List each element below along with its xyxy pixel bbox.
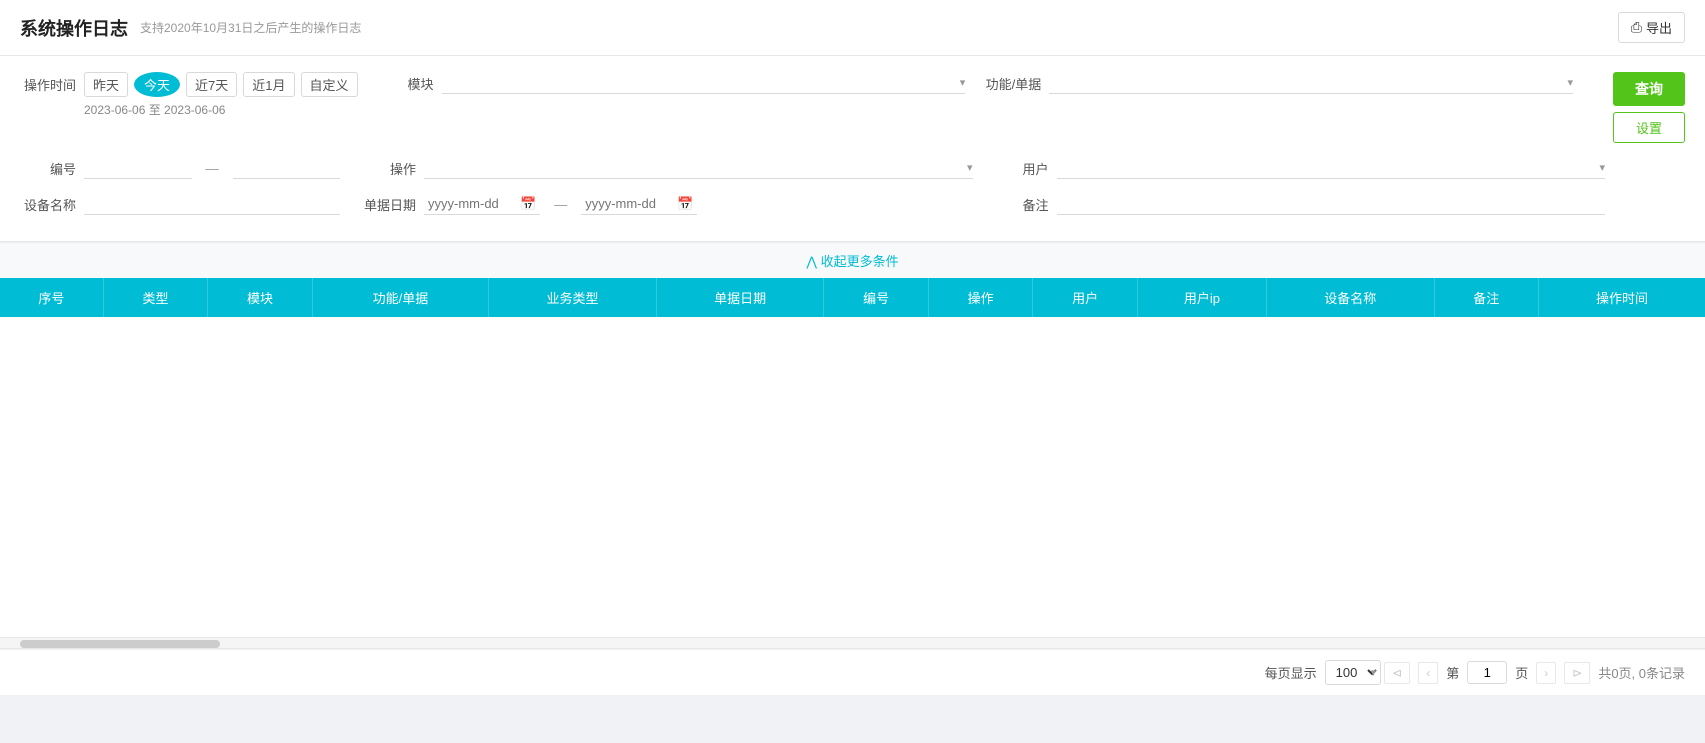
user-select-wrapper[interactable]: ▾ [1057,157,1606,179]
table-header-row: 序号 类型 模块 功能/单据 业务类型 单据日期 编号 操作 用户 用户ip 设… [0,278,1705,317]
page-number-input[interactable]: 1 [1467,661,1507,684]
user-filter: 用户 ▾ [993,157,1686,179]
number-label: 编号 [20,159,76,178]
col-voucher-date: 单据日期 [656,278,824,317]
user-chevron-icon: ▾ [1599,161,1605,174]
total-info: 共0页, 0条记录 [1598,663,1685,682]
data-table: 序号 类型 模块 功能/单据 业务类型 单据日期 编号 操作 用户 用户ip 设… [0,278,1705,317]
operation-time-label: 操作时间 [20,75,76,94]
col-operation: 操作 [928,278,1032,317]
first-page-button[interactable]: ⊲ [1384,662,1410,684]
last1month-btn[interactable]: 近1月 [243,72,294,97]
operation-chevron-icon: ▾ [967,161,973,174]
page-subtitle: 支持2020年10月31日之后产生的操作日志 [140,19,361,36]
collapse-icon: ⋀ [806,254,817,269]
col-operation-time: 操作时间 [1539,278,1705,317]
operation-time-filter: 操作时间 昨天 今天 近7天 近1月 自定义 2023-06-06 至 2023… [20,72,358,118]
operation-filter: 操作 ▾ [360,157,973,179]
next-page-button[interactable]: › [1536,662,1556,684]
col-type: 类型 [103,278,207,317]
number-input-start[interactable] [84,157,192,179]
user-select[interactable] [1057,157,1596,178]
operation-select-wrapper[interactable]: ▾ [424,157,973,179]
col-number-col: 编号 [824,278,928,317]
date-start-input[interactable] [428,196,518,211]
page-title: 系统操作日志 [20,15,128,41]
prev-page-button[interactable]: ‹ [1418,662,1438,684]
page-size-select[interactable]: 100 50 200 [1325,660,1381,685]
col-module: 模块 [208,278,312,317]
custom-btn[interactable]: 自定义 [301,72,358,97]
col-business-type: 业务类型 [489,278,657,317]
col-function: 功能/单据 [312,278,488,317]
device-name-filter: 设备名称 [20,193,340,215]
table-container: 序号 类型 模块 功能/单据 业务类型 单据日期 编号 操作 用户 用户ip 设… [0,278,1705,637]
today-btn[interactable]: 今天 [134,72,180,97]
scrollbar-area[interactable] [0,637,1705,649]
function-label: 功能/单据 [985,74,1041,93]
remark-label: 备注 [993,195,1049,214]
module-select-wrapper[interactable]: ▾ [442,72,966,94]
time-buttons: 昨天 今天 近7天 近1月 自定义 [84,72,358,97]
page-label: 第 [1446,663,1459,682]
page-unit: 页 [1515,663,1528,682]
yesterday-btn[interactable]: 昨天 [84,72,128,97]
remark-input[interactable] [1057,193,1606,215]
voucher-date-filter: 单据日期 📅 — 📅 [360,194,973,215]
number-input-end[interactable] [233,157,341,179]
device-name-label: 设备名称 [20,195,76,214]
date-end-input[interactable] [585,196,675,211]
device-name-input[interactable] [84,193,340,215]
collapse-bar[interactable]: ⋀ 收起更多条件 [0,242,1705,278]
user-label: 用户 [993,159,1049,178]
date-start-wrapper[interactable]: 📅 [424,194,540,215]
empty-area [0,317,1705,637]
per-page-label: 每页显示 [1265,663,1317,682]
export-label: 导出 [1646,18,1672,37]
module-select[interactable] [442,72,956,93]
col-device-name: 设备名称 [1266,278,1434,317]
scrollbar-inner [0,638,1705,648]
collapse-label: 收起更多条件 [821,254,899,269]
remark-filter: 备注 [993,193,1686,215]
number-dash: — [206,161,219,176]
last7days-btn[interactable]: 近7天 [186,72,237,97]
export-button[interactable]: ⎙ 导出 [1618,12,1685,43]
action-buttons: 查询 设置 [1613,72,1685,143]
export-icon: ⎙ [1631,19,1642,36]
number-filter: 编号 — [20,157,340,179]
function-select-wrapper[interactable]: ▾ [1049,72,1573,94]
col-number: 序号 [0,278,103,317]
header-actions: ⎙ 导出 [1618,12,1685,43]
function-select[interactable] [1049,72,1563,93]
query-button[interactable]: 查询 [1613,72,1685,106]
date-dash: — [554,197,567,212]
col-user-ip: 用户ip [1137,278,1266,317]
calendar-end-icon[interactable]: 📅 [677,196,693,212]
operation-select[interactable] [424,157,963,178]
col-user: 用户 [1033,278,1137,317]
date-range-text: 2023-06-06 至 2023-06-06 [84,103,225,117]
page-header: 系统操作日志 支持2020年10月31日之后产生的操作日志 ⎙ 导出 [0,0,1705,56]
col-remark: 备注 [1434,278,1538,317]
filter-panel: 操作时间 昨天 今天 近7天 近1月 自定义 2023-06-06 至 2023… [0,56,1705,242]
date-end-wrapper[interactable]: 📅 [581,194,697,215]
pagination-bar: 每页显示 100 50 200 ▾ ⊲ ‹ 第 1 页 › ⊳ 共0页, 0条记… [0,649,1705,695]
function-chevron-icon: ▾ [1567,76,1573,89]
module-filter: 模块 ▾ [378,72,966,94]
module-label: 模块 [378,74,434,93]
calendar-start-icon[interactable]: 📅 [520,196,536,212]
scrollbar-thumb[interactable] [20,640,220,648]
voucher-date-label: 单据日期 [360,195,416,214]
function-filter: 功能/单据 ▾ [985,72,1573,94]
date-range-display: 2023-06-06 至 2023-06-06 [20,101,358,118]
operation-label: 操作 [360,159,416,178]
settings-button[interactable]: 设置 [1613,112,1685,143]
last-page-button[interactable]: ⊳ [1564,662,1590,684]
module-chevron-icon: ▾ [960,76,966,89]
